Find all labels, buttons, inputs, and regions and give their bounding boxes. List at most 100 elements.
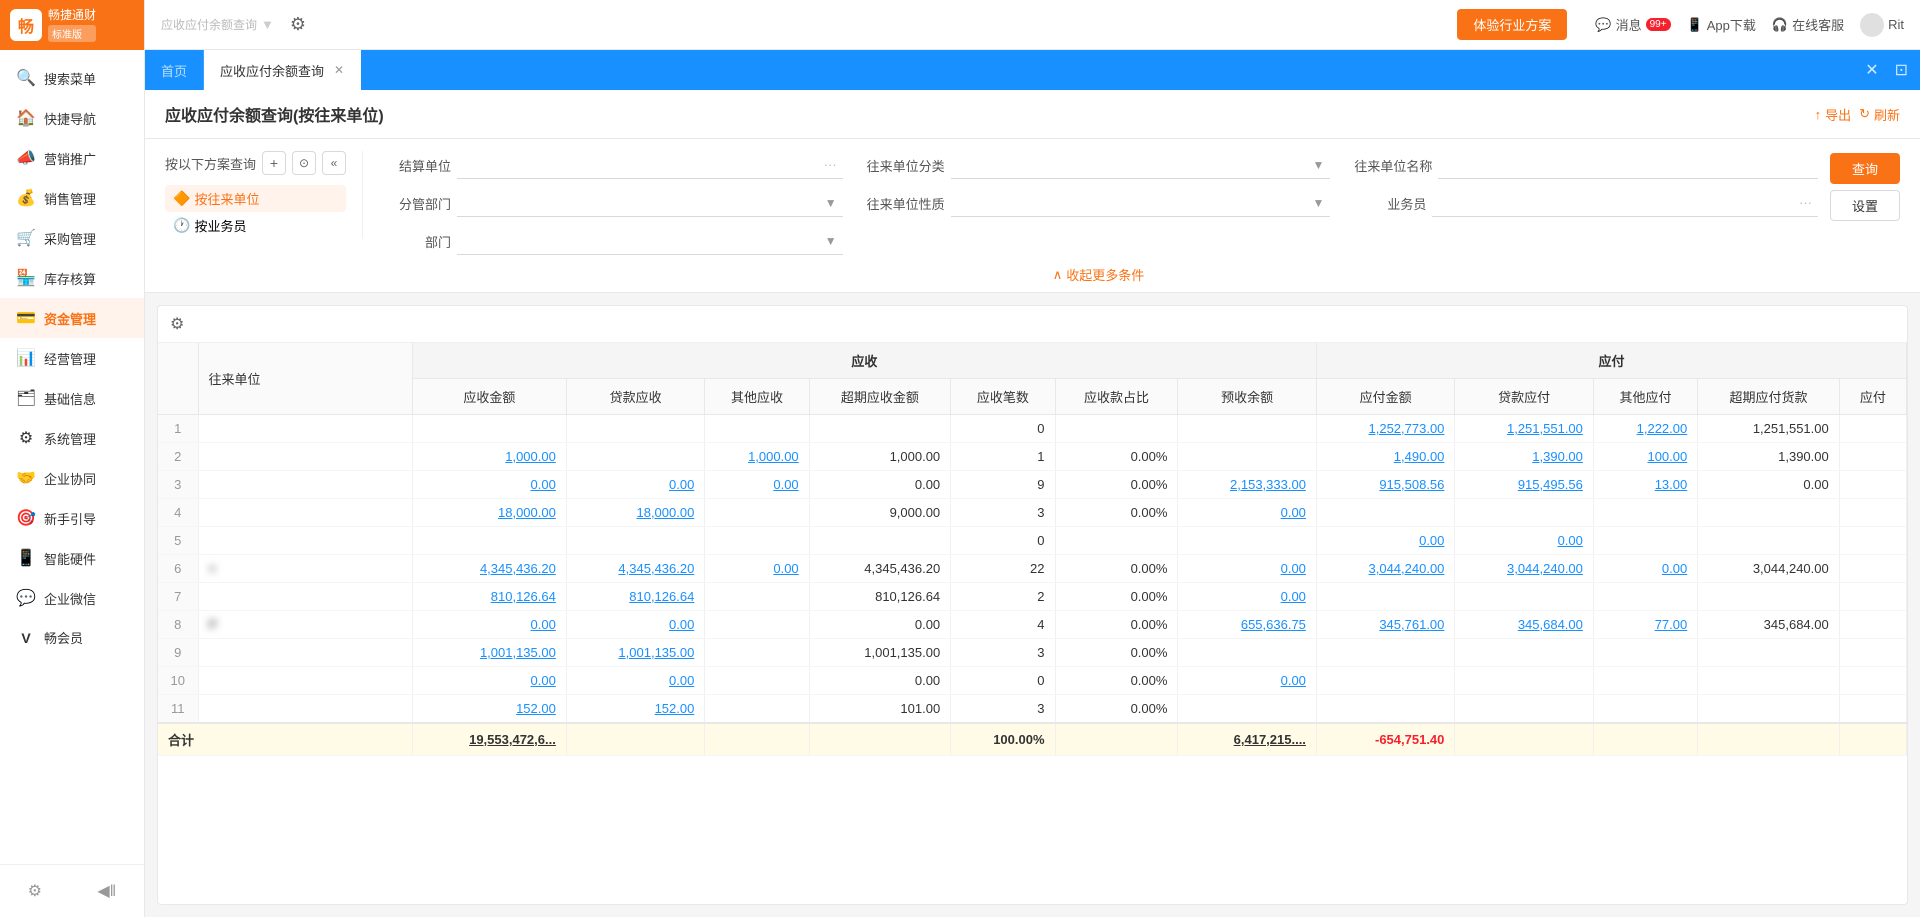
row-cell[interactable] xyxy=(1316,695,1454,724)
row-cell[interactable] xyxy=(1593,695,1697,724)
row-cell[interactable] xyxy=(705,527,809,555)
row-cell[interactable] xyxy=(1455,639,1593,667)
row-cell[interactable] xyxy=(1455,499,1593,527)
collapse-button[interactable]: ∧ 收起更多条件 xyxy=(1053,265,1145,284)
sidebar-item-purchase[interactable]: 🛒 采购管理 xyxy=(0,218,144,258)
sidebar-item-sales[interactable]: 💰 销售管理 xyxy=(0,178,144,218)
footer-ar-prepay[interactable]: 6,417,215.... xyxy=(1178,723,1316,756)
row-cell[interactable]: 1,390.00 xyxy=(1455,443,1593,471)
row-cell[interactable]: 0.00 xyxy=(1178,555,1316,583)
settlement-input[interactable]: ··· xyxy=(457,151,843,179)
row-cell[interactable]: 0.00 xyxy=(1178,499,1316,527)
row-cell[interactable]: 1,252,773.00 xyxy=(1316,415,1454,443)
row-cell[interactable]: 0.00 xyxy=(1178,667,1316,695)
scheme-unit[interactable]: 🔶 按往来单位 xyxy=(165,185,346,212)
row-cell[interactable]: 3,044,240.00 xyxy=(1455,555,1593,583)
trial-button[interactable]: 体验行业方案 xyxy=(1457,9,1567,40)
tab-close-window-icon[interactable]: ✕ xyxy=(1861,56,1882,84)
sidebar-item-wechat[interactable]: 💬 企业微信 xyxy=(0,578,144,618)
row-cell[interactable] xyxy=(412,415,566,443)
row-cell[interactable] xyxy=(1593,667,1697,695)
row-cell[interactable]: 345,684.00 xyxy=(1455,611,1593,639)
sidebar-item-guide[interactable]: 🎯 新手引导 xyxy=(0,498,144,538)
row-cell[interactable] xyxy=(1178,639,1316,667)
row-cell[interactable]: 1,490.00 xyxy=(1316,443,1454,471)
row-cell[interactable] xyxy=(1593,499,1697,527)
row-cell[interactable]: 915,495.56 xyxy=(1455,471,1593,499)
row-cell[interactable] xyxy=(705,415,809,443)
sidebar-item-enterprise[interactable]: 🤝 企业协同 xyxy=(0,458,144,498)
row-cell[interactable]: 2,153,333.00 xyxy=(1178,471,1316,499)
row-cell[interactable]: 0.00 xyxy=(1178,583,1316,611)
row-cell[interactable]: 0.00 xyxy=(412,471,566,499)
row-cell[interactable] xyxy=(1178,695,1316,724)
sidebar-collapse-icon[interactable]: ◀‖ xyxy=(89,877,124,905)
row-cell[interactable]: 1,251,551.00 xyxy=(1455,415,1593,443)
unit-category-input[interactable]: ▼ xyxy=(951,151,1331,179)
tab-home[interactable]: 首页 xyxy=(145,50,204,90)
row-cell[interactable]: 0.00 xyxy=(1593,555,1697,583)
row-cell[interactable] xyxy=(1178,443,1316,471)
row-cell[interactable]: 1,001,135.00 xyxy=(412,639,566,667)
row-cell[interactable] xyxy=(705,695,809,724)
row-cell[interactable]: 13.00 xyxy=(1593,471,1697,499)
row-cell[interactable]: 810,126.64 xyxy=(566,583,704,611)
row-cell[interactable]: 4,345,436.20 xyxy=(566,555,704,583)
sidebar-item-operation[interactable]: 📊 经营管理 xyxy=(0,338,144,378)
row-cell[interactable]: 3,044,240.00 xyxy=(1316,555,1454,583)
filter-collapse-icon[interactable]: « xyxy=(322,151,346,175)
row-cell[interactable]: 0.00 xyxy=(566,667,704,695)
row-cell[interactable]: 0.00 xyxy=(1455,527,1593,555)
row-cell[interactable]: 1,000.00 xyxy=(412,443,566,471)
salesman-input[interactable]: ··· xyxy=(1432,189,1818,217)
service-action[interactable]: 🎧 在线客服 xyxy=(1772,15,1844,34)
row-cell[interactable]: 18,000.00 xyxy=(566,499,704,527)
row-cell[interactable]: 345,761.00 xyxy=(1316,611,1454,639)
row-cell[interactable] xyxy=(1316,639,1454,667)
row-cell[interactable]: 0.00 xyxy=(412,611,566,639)
dept-input[interactable]: ▼ xyxy=(457,227,843,255)
row-cell[interactable] xyxy=(1455,667,1593,695)
topbar-settings-icon[interactable]: ⚙ xyxy=(286,10,310,39)
message-action[interactable]: 💬 消息 99+ xyxy=(1595,15,1670,34)
row-cell[interactable] xyxy=(1178,415,1316,443)
row-cell[interactable] xyxy=(412,527,566,555)
sidebar-item-base[interactable]: 🗂 基础信息 xyxy=(0,378,144,418)
tab-query-close-icon[interactable]: ✕ xyxy=(334,63,344,77)
row-cell[interactable] xyxy=(1316,499,1454,527)
sidebar-item-inventory[interactable]: 🏪 库存核算 xyxy=(0,258,144,298)
filter-add-icon[interactable]: + xyxy=(262,151,286,175)
row-cell[interactable]: 655,636.75 xyxy=(1178,611,1316,639)
user-area[interactable]: Rit xyxy=(1860,13,1904,37)
unit-name-input[interactable] xyxy=(1438,151,1818,179)
sidebar-item-marketing[interactable]: 📣 营销推广 xyxy=(0,138,144,178)
row-cell[interactable]: 100.00 xyxy=(1593,443,1697,471)
row-cell[interactable] xyxy=(705,583,809,611)
row-cell[interactable] xyxy=(705,499,809,527)
row-cell[interactable] xyxy=(1593,583,1697,611)
row-cell[interactable]: 1,001,135.00 xyxy=(566,639,704,667)
row-cell[interactable]: 18,000.00 xyxy=(412,499,566,527)
row-cell[interactable]: 0.00 xyxy=(1316,527,1454,555)
row-cell[interactable] xyxy=(1178,527,1316,555)
sidebar-item-hardware[interactable]: 📱 智能硬件 xyxy=(0,538,144,578)
row-cell[interactable] xyxy=(1593,639,1697,667)
unit-nature-input[interactable]: ▼ xyxy=(951,189,1331,217)
row-cell[interactable] xyxy=(1593,527,1697,555)
row-cell[interactable] xyxy=(705,639,809,667)
sidebar-item-capital[interactable]: 💳 资金管理 xyxy=(0,298,144,338)
query-button[interactable]: 查询 xyxy=(1830,153,1900,184)
row-cell[interactable]: 0.00 xyxy=(566,471,704,499)
row-cell[interactable] xyxy=(1316,667,1454,695)
sidebar-settings-icon[interactable]: ⚙ xyxy=(20,877,50,905)
table-wrapper[interactable]: 往来单位 应收 应付 应收金额 贷款应收 其他应收 超期应收金额 应收笔数 应收… xyxy=(158,343,1907,904)
row-cell[interactable]: 4,345,436.20 xyxy=(412,555,566,583)
tab-expand-icon[interactable]: ⊡ xyxy=(1891,56,1912,84)
row-cell[interactable]: 0.00 xyxy=(705,471,809,499)
row-cell[interactable] xyxy=(705,611,809,639)
row-cell[interactable]: 1,222.00 xyxy=(1593,415,1697,443)
scheme-staff[interactable]: 🕐 按业务员 xyxy=(165,212,346,239)
row-cell[interactable]: 0.00 xyxy=(705,555,809,583)
row-cell[interactable]: 0.00 xyxy=(412,667,566,695)
row-cell[interactable] xyxy=(1316,583,1454,611)
